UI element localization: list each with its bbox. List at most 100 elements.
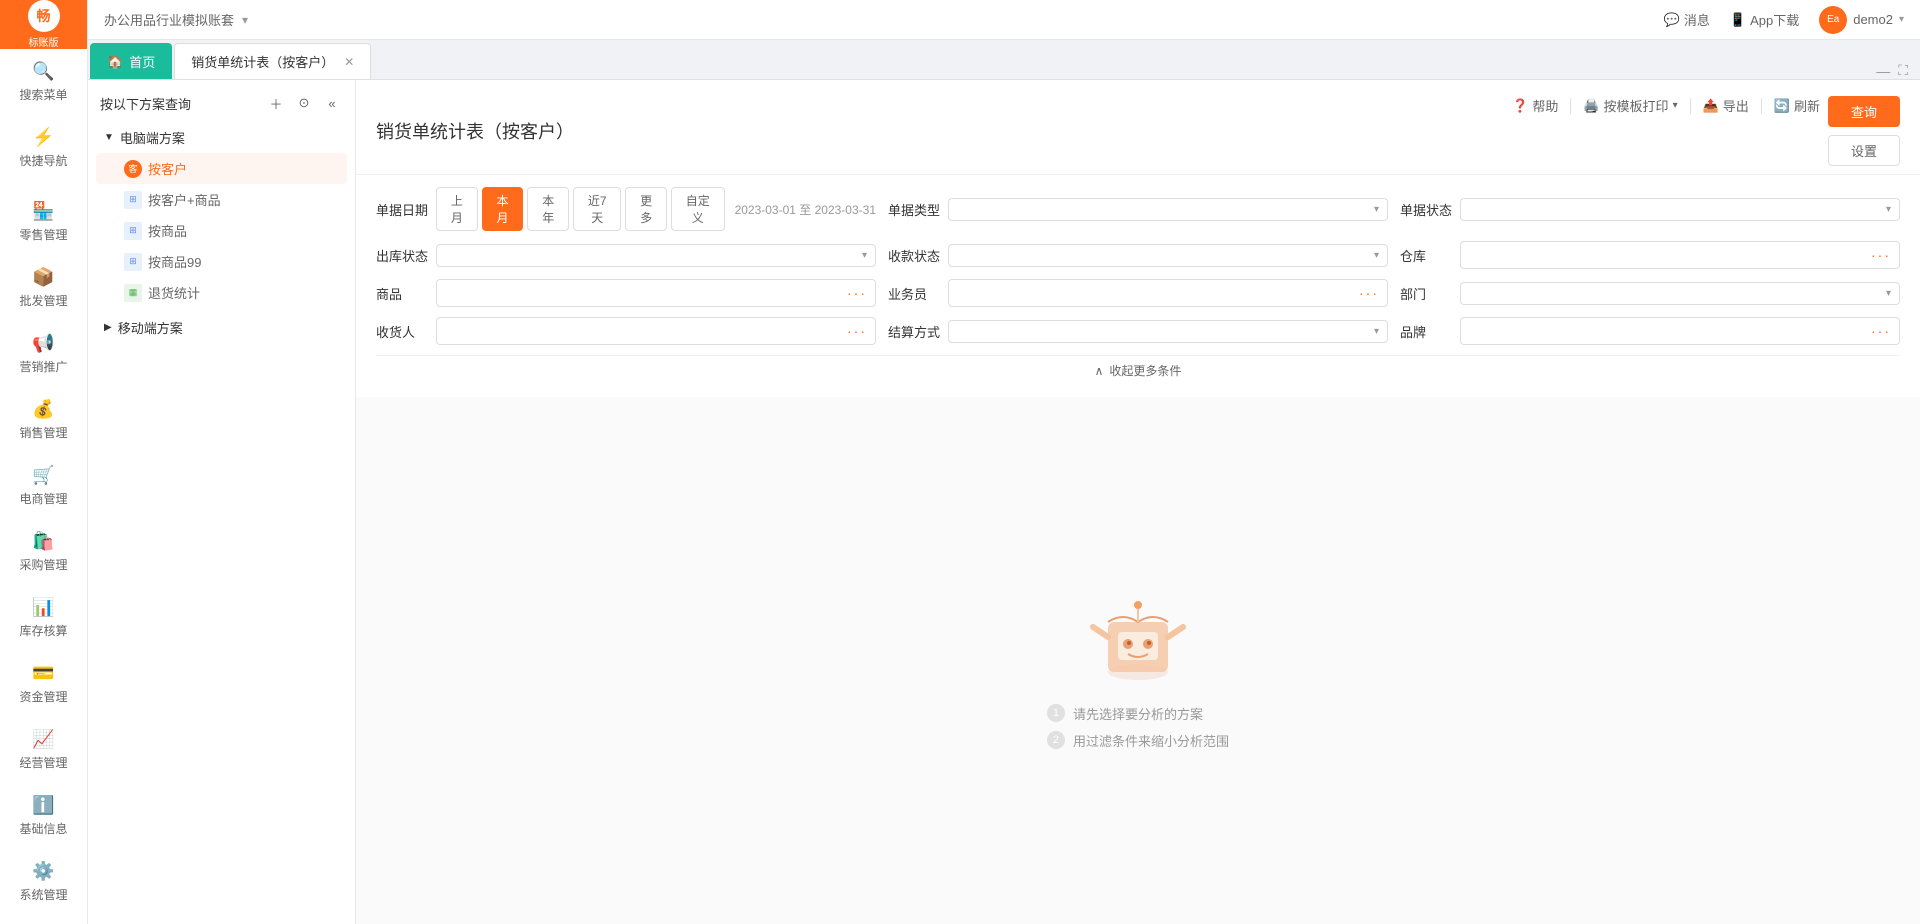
filter-recipient: 收货人 ··· (376, 317, 876, 345)
salesperson-dots[interactable]: ··· (1359, 285, 1379, 301)
search-icon: 🔍 (32, 61, 54, 82)
basic-icon: ℹ️ (32, 795, 54, 816)
warehouse-dots[interactable]: ··· (1871, 247, 1891, 263)
page-title: 销货单统计表（按客户） (376, 118, 574, 144)
sidebar-item-purchase[interactable]: 🛍️ 采购管理 (0, 519, 88, 585)
operations-icon: 📈 (32, 729, 54, 750)
sidebar-item-wholesale[interactable]: 📦 批发管理 (0, 255, 88, 321)
settle-select[interactable]: ▾ (948, 320, 1388, 343)
filter-date: 单据日期 上月 本月 本年 近7天 更多 自定义 2023-03-01 至 20… (376, 187, 876, 231)
scheme-item-return-stat[interactable]: ▦ 退货统计 (96, 277, 347, 308)
mobile-arrow-icon: ▶ (104, 322, 112, 333)
sidebar-item-sales[interactable]: 💰 销售管理 (0, 387, 88, 453)
date-btn-more[interactable]: 更多 (625, 187, 667, 231)
date-btn-last-month[interactable]: 上月 (436, 187, 478, 231)
sidebar-item-ecommerce[interactable]: 🛒 电商管理 (0, 453, 88, 519)
return-stat-icon: ▦ (124, 284, 142, 302)
app-download-button[interactable]: 📱 App下载 (1730, 10, 1799, 29)
scheme-item-by-customer-goods[interactable]: ⊞ 按客户+商品 (96, 184, 347, 215)
collapse-more-button[interactable]: ∧ 收起更多条件 (376, 355, 1900, 385)
sidebar-item-basic[interactable]: ℹ️ 基础信息 (0, 783, 88, 849)
sidebar-item-marketing[interactable]: 📢 营销推广 (0, 321, 88, 387)
bill-status-select[interactable]: ▾ (1460, 198, 1900, 221)
tab-minimize-icon[interactable]: — (1876, 63, 1890, 79)
tab-close-icon[interactable]: ✕ (344, 55, 354, 69)
warehouse-select[interactable]: ··· (1460, 241, 1900, 269)
left-panel-header: 按以下方案查询 ＋ ⊙ « (88, 92, 355, 122)
filter-brand: 品牌 ··· (1400, 317, 1900, 345)
print-button[interactable]: 🖨️ 按模板打印 ▾ (1583, 96, 1677, 115)
user-profile-button[interactable]: Ea demo2 ▾ (1819, 6, 1904, 34)
empty-hint-1: 1 请先选择要分析的方案 (1047, 704, 1229, 723)
finance-icon: 💳 (32, 663, 54, 684)
scheme-group-desktop-title[interactable]: ▼ 电脑端方案 (96, 122, 347, 153)
brand-dots[interactable]: ··· (1871, 323, 1891, 339)
tabs-bar: 🏠 首页 销货单统计表（按客户） ✕ — ⛶ (88, 40, 1920, 80)
add-scheme-button[interactable]: ＋ (265, 92, 287, 114)
export-button[interactable]: 📤 导出 (1703, 96, 1749, 115)
filter-bill-status: 单据状态 ▾ (1400, 198, 1900, 221)
bill-type-arrow: ▾ (1374, 204, 1379, 215)
collapse-panel-button[interactable]: « (321, 92, 343, 114)
out-status-select[interactable]: ▾ (436, 244, 876, 267)
filter-salesperson: 业务员 ··· (888, 279, 1388, 307)
home-icon: 🏠 (107, 54, 123, 70)
goods-dots[interactable]: ··· (847, 285, 867, 301)
bill-type-select[interactable]: ▾ (948, 198, 1388, 221)
date-btn-7days[interactable]: 近7天 (573, 187, 621, 231)
bill-type-label: 单据类型 (888, 200, 940, 219)
settings-scheme-button[interactable]: ⊙ (293, 92, 315, 114)
out-status-label: 出库状态 (376, 246, 428, 265)
scheme-item-by-goods99[interactable]: ⊞ 按商品99 (96, 246, 347, 277)
brand-select[interactable]: ··· (1460, 317, 1900, 345)
sidebar-logo[interactable]: 畅 标账版 (0, 0, 88, 49)
dept-select[interactable]: ▾ (1460, 282, 1900, 305)
filter-row-1: 单据日期 上月 本月 本年 近7天 更多 自定义 2023-03-01 至 20… (376, 187, 1900, 231)
sidebar-item-retail[interactable]: 🏪 零售管理 (0, 189, 88, 255)
tab-home[interactable]: 🏠 首页 (90, 43, 172, 79)
goods-select[interactable]: ··· (436, 279, 876, 307)
collapse-icon: ∧ (1095, 364, 1104, 378)
sidebar-item-system[interactable]: ⚙️ 系统管理 (0, 849, 88, 915)
tab-sales-stat[interactable]: 销货单统计表（按客户） ✕ (174, 43, 371, 79)
dept-arrow: ▾ (1886, 288, 1891, 299)
date-label: 单据日期 (376, 200, 428, 219)
sidebar-item-inventory[interactable]: 📊 库存核算 (0, 585, 88, 651)
sidebar-search[interactable]: 🔍 搜索菜单 (0, 49, 88, 115)
refresh-button[interactable]: 🔄 刷新 (1774, 96, 1820, 115)
date-btn-this-year[interactable]: 本年 (527, 187, 569, 231)
filter-warehouse: 仓库 ··· (1400, 241, 1900, 269)
date-range: 2023-03-01 至 2023-03-31 (735, 201, 876, 218)
filter-bill-type: 单据类型 ▾ (888, 198, 1388, 221)
sidebar: 畅 标账版 🔍 搜索菜单 ⚡ 快捷导航 🏪 零售管理 📦 批发管理 📢 营销推广… (0, 0, 88, 924)
scheme-group-mobile-title[interactable]: ▶ 移动端方案 (96, 312, 347, 343)
marketing-icon: 📢 (32, 333, 54, 354)
sidebar-item-corp[interactable]: 🏢 企业协同 (0, 915, 88, 924)
settings-button[interactable]: 设置 (1828, 135, 1900, 166)
sidebar-item-finance[interactable]: 💳 资金管理 (0, 651, 88, 717)
header-actions: ❓ 帮助 🖨️ 按模板打印 ▾ 📤 导出 (1512, 96, 1820, 115)
salesperson-label: 业务员 (888, 284, 940, 303)
left-panel-actions: ＋ ⊙ « (265, 92, 343, 114)
date-btn-custom[interactable]: 自定义 (671, 187, 725, 231)
scheme-item-by-goods[interactable]: ⊞ 按商品 (96, 215, 347, 246)
scheme-item-by-customer[interactable]: 客 按客户 (96, 153, 347, 184)
recipient-select[interactable]: ··· (436, 317, 876, 345)
sidebar-quick-nav[interactable]: ⚡ 快捷导航 (0, 115, 88, 181)
topbar-title: 办公用品行业模拟账套 (104, 10, 234, 29)
query-button[interactable]: 查询 (1828, 96, 1900, 127)
topbar-dropdown[interactable]: ▾ (242, 13, 248, 27)
settle-arrow: ▾ (1374, 326, 1379, 337)
sidebar-item-operations[interactable]: 📈 经营管理 (0, 717, 88, 783)
salesperson-select[interactable]: ··· (948, 279, 1388, 307)
logo-icon: 畅 (28, 0, 60, 32)
warehouse-label: 仓库 (1400, 246, 1452, 265)
recipient-dots[interactable]: ··· (847, 323, 867, 339)
recv-status-select[interactable]: ▾ (948, 244, 1388, 267)
topbar: 办公用品行业模拟账套 ▾ 💬 消息 📱 App下载 Ea demo2 ▾ (88, 0, 1920, 40)
date-btn-this-month[interactable]: 本月 (482, 187, 524, 231)
hint-num-2: 2 (1047, 731, 1065, 749)
help-button[interactable]: ❓ 帮助 (1512, 96, 1558, 115)
message-button[interactable]: 💬 消息 (1664, 10, 1710, 29)
tab-maximize-icon[interactable]: ⛶ (1898, 62, 1908, 79)
